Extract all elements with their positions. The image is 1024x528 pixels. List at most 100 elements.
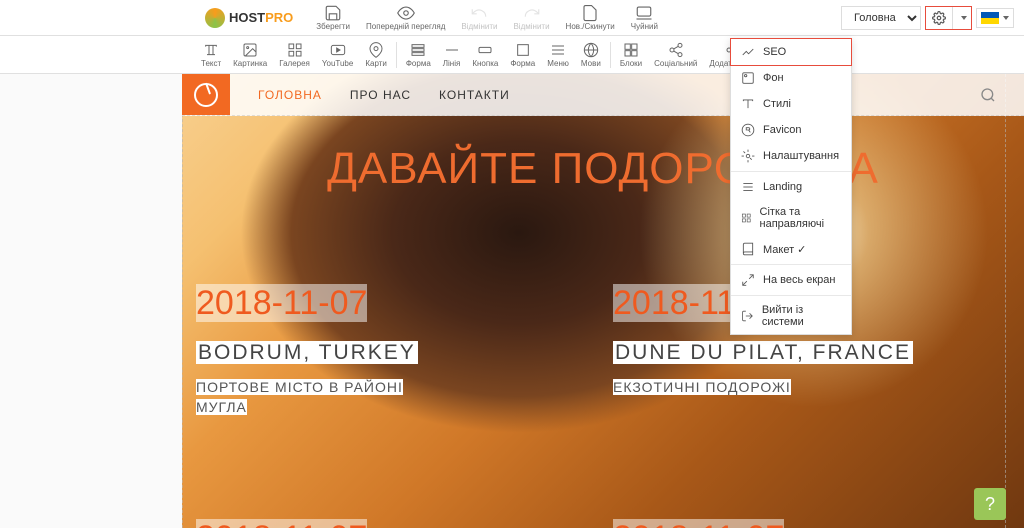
logout-icon <box>741 309 754 323</box>
tool-label: Меню <box>547 59 569 68</box>
redo-icon <box>523 4 541 22</box>
card-date: 2018-11-07 <box>613 519 784 528</box>
card-title: DUNE DU PILAT, FRANCE <box>613 341 913 364</box>
tool-blocks[interactable]: Блоки <box>614 40 648 70</box>
card-date: 2018-11-07 <box>196 284 367 322</box>
nav-home[interactable]: ГОЛОВНА <box>258 88 322 102</box>
preview-button[interactable]: Попередній перегляд <box>358 2 453 33</box>
dd-label: Landing <box>763 181 802 193</box>
widget-toolbar: Текст Картинка Галерея YouTube Карти Фор… <box>0 36 1024 74</box>
dd-layout[interactable]: Макет ✓ <box>731 236 851 262</box>
share-icon <box>668 42 684 58</box>
tool-label: Форма <box>406 59 431 68</box>
tool-label: Форма <box>510 59 535 68</box>
logo[interactable]: HOSTPRO <box>205 8 293 28</box>
gear-icon <box>741 149 755 163</box>
tool-menu[interactable]: Меню <box>541 40 575 70</box>
file-icon <box>581 4 599 22</box>
tool-line[interactable]: Лінія <box>437 40 467 70</box>
canvas: ГОЛОВНА ПРО НАС КОНТАКТИ ДАВАЙТЕ ПОДОРОЖ… <box>0 74 1024 528</box>
top-right-controls: Головна <box>841 6 1014 30</box>
dd-label: Стилі <box>763 98 791 110</box>
dd-background[interactable]: Фон <box>731 65 851 91</box>
globe-icon <box>583 42 599 58</box>
dd-label: Favicon <box>763 124 802 136</box>
help-label: ? <box>985 494 995 515</box>
image-icon <box>741 71 755 85</box>
card[interactable]: 2018-11-07 <box>196 519 593 528</box>
language-button[interactable] <box>976 8 1014 28</box>
site-nav: ГОЛОВНА ПРО НАС КОНТАКТИ <box>182 74 1024 116</box>
card[interactable]: 2018-11-07 <box>613 519 1010 528</box>
tool-label: Мови <box>581 59 601 68</box>
cards-row: 2018-11-07 BODRUM, TURKEY ПОРТОВЕ МІСТО … <box>182 284 1024 417</box>
flag-ua-icon <box>981 12 999 24</box>
search-icon[interactable] <box>980 87 996 103</box>
line-icon <box>444 42 460 58</box>
logo-text: HOSTPRO <box>229 10 293 25</box>
tool-label: Кнопка <box>472 59 498 68</box>
card-title: BODRUM, TURKEY <box>196 341 418 364</box>
dd-label: Сітка та направляючі <box>760 206 841 230</box>
save-button[interactable]: Зберегти <box>308 2 358 33</box>
hero-title[interactable]: ДАВАЙТЕ ПОДОРОЖУВА <box>182 144 1024 194</box>
dd-label: Вийти із системи <box>762 304 841 328</box>
chart-icon <box>741 45 755 59</box>
gallery-icon <box>287 42 303 58</box>
gear-icon <box>932 11 946 25</box>
dd-logout[interactable]: Вийти із системи <box>731 298 851 334</box>
tool-languages[interactable]: Мови <box>575 40 607 70</box>
settings-dropdown-button[interactable] <box>925 6 972 30</box>
responsive-button[interactable]: Чуйний <box>623 2 666 33</box>
card[interactable]: 2018-11-07 BODRUM, TURKEY ПОРТОВЕ МІСТО … <box>196 284 593 417</box>
card-subtitle2: МУГЛА <box>196 399 247 415</box>
card-date: 2018-11-07 <box>196 519 367 528</box>
top-toolbar: HOSTPRO Зберегти Попередній перегляд Від… <box>0 0 1024 36</box>
dd-fullscreen[interactable]: На весь екран <box>731 267 851 293</box>
dd-label: SEO <box>763 46 786 58</box>
page-select[interactable]: Головна <box>841 6 921 30</box>
dd-grid[interactable]: Сітка та направляючі <box>731 200 851 236</box>
dd-label: Фон <box>763 72 784 84</box>
new-reset-button[interactable]: Нов./Скинути <box>558 2 623 33</box>
undo-icon <box>470 4 488 22</box>
dd-favicon[interactable]: Favicon <box>731 117 851 143</box>
tool-text[interactable]: Текст <box>195 40 227 70</box>
site-logo[interactable] <box>182 74 230 115</box>
responsive-label: Чуйний <box>631 22 658 31</box>
dd-label: Макет ✓ <box>763 243 806 256</box>
tool-image[interactable]: Картинка <box>227 40 273 70</box>
nav-contacts[interactable]: КОНТАКТИ <box>439 88 510 102</box>
form-icon <box>410 42 426 58</box>
tool-social[interactable]: Соціальний <box>648 40 703 70</box>
tool-shape[interactable]: Форма <box>504 40 541 70</box>
expand-icon <box>741 273 755 287</box>
tool-gallery[interactable]: Галерея <box>273 40 316 70</box>
card-subtitle: ЕКЗОТИЧНІ ПОДОРОЖІ <box>613 379 791 395</box>
button-icon <box>477 42 493 58</box>
help-button[interactable]: ? <box>974 488 1006 520</box>
dd-settings[interactable]: Налаштування <box>731 143 851 169</box>
tool-label: YouTube <box>322 59 353 68</box>
undo-button[interactable]: Відмінити <box>453 2 505 33</box>
site-preview[interactable]: ГОЛОВНА ПРО НАС КОНТАКТИ ДАВАЙТЕ ПОДОРОЖ… <box>182 74 1024 528</box>
dd-label: Налаштування <box>763 150 839 162</box>
dd-landing[interactable]: Landing <box>731 174 851 200</box>
nav-about[interactable]: ПРО НАС <box>350 88 411 102</box>
tool-maps[interactable]: Карти <box>359 40 393 70</box>
save-icon <box>324 4 342 22</box>
tool-label: Соціальний <box>654 59 697 68</box>
separator <box>610 42 611 68</box>
youtube-icon <box>330 42 346 58</box>
chevron-down-icon <box>1003 16 1009 20</box>
tool-button[interactable]: Кнопка <box>466 40 504 70</box>
tool-youtube[interactable]: YouTube <box>316 40 359 70</box>
redo-button[interactable]: Відмінити <box>505 2 557 33</box>
cards-row-2: 2018-11-07 2018-11-07 <box>182 519 1024 528</box>
dd-styles[interactable]: Стилі <box>731 91 851 117</box>
separator <box>731 264 851 265</box>
dd-seo[interactable]: SEO <box>731 39 851 65</box>
tool-form[interactable]: Форма <box>400 40 437 70</box>
separator <box>731 295 851 296</box>
rows-icon <box>741 180 755 194</box>
